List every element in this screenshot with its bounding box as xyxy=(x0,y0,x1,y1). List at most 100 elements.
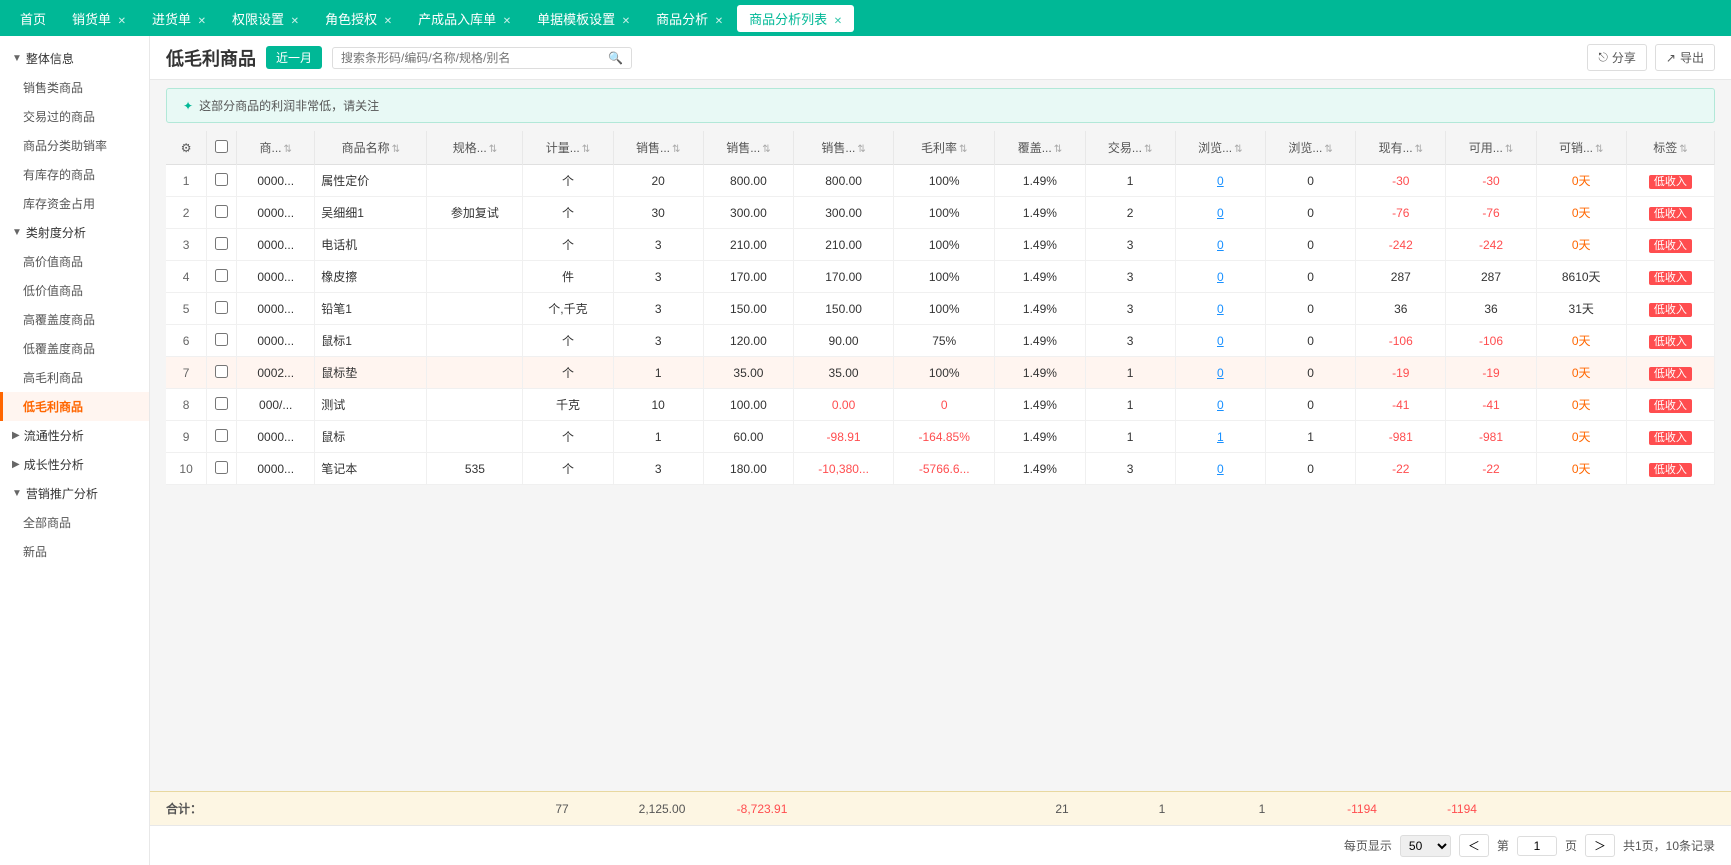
td-checkbox[interactable] xyxy=(207,389,237,421)
sidebar-group-overall[interactable]: ▼ 整体信息 xyxy=(0,44,149,73)
th-coverage[interactable]: 覆盖...⇅ xyxy=(995,131,1085,165)
nav-purchase[interactable]: 进货单 ✕ xyxy=(140,5,218,32)
sidebar-item-high-margin[interactable]: 高毛利商品 xyxy=(0,363,149,392)
th-settings[interactable]: ⚙ xyxy=(166,131,207,165)
nav-close-roles[interactable]: ✕ xyxy=(384,16,392,27)
th-sales-profit[interactable]: 销售...⇅ xyxy=(794,131,894,165)
nav-home[interactable]: 首页 xyxy=(8,5,58,32)
row-checkbox[interactable] xyxy=(215,269,228,282)
th-sellable[interactable]: 可销...⇅ xyxy=(1536,131,1626,165)
td-coverage: 1.49% xyxy=(995,453,1085,485)
td-checkbox[interactable] xyxy=(207,165,237,197)
search-input[interactable] xyxy=(341,51,608,65)
sidebar-item-new-goods[interactable]: 新品 xyxy=(0,537,149,566)
td-view1[interactable]: 0 xyxy=(1175,293,1265,325)
th-sales-price[interactable]: 销售...⇅ xyxy=(703,131,793,165)
page-suffix: 页 xyxy=(1565,837,1577,854)
th-trade[interactable]: 交易...⇅ xyxy=(1085,131,1175,165)
th-code[interactable]: 商...⇅ xyxy=(237,131,315,165)
nav-goods-analysis-list[interactable]: 商品分析列表 ✕ xyxy=(737,5,854,32)
td-checkbox[interactable] xyxy=(207,261,237,293)
sidebar-item-stocked-goods[interactable]: 有库存的商品 xyxy=(0,160,149,189)
th-sales-qty[interactable]: 销售...⇅ xyxy=(613,131,703,165)
sidebar-item-sales-goods[interactable]: 销售类商品 xyxy=(0,73,149,102)
th-available[interactable]: 可用...⇅ xyxy=(1446,131,1536,165)
nav-close-permissions[interactable]: ✕ xyxy=(291,16,299,27)
row-checkbox[interactable] xyxy=(215,365,228,378)
td-checkbox[interactable] xyxy=(207,229,237,261)
th-spec[interactable]: 规格...⇅ xyxy=(427,131,523,165)
sidebar-group-coverage[interactable]: ▼ 类射度分析 xyxy=(0,218,149,247)
th-view1[interactable]: 浏览...⇅ xyxy=(1175,131,1265,165)
nav-close-goods-list[interactable]: ✕ xyxy=(834,16,842,27)
td-checkbox[interactable] xyxy=(207,293,237,325)
th-unit[interactable]: 计量...⇅ xyxy=(523,131,613,165)
time-filter-button[interactable]: 近一月 xyxy=(266,46,322,69)
nav-close-product-entry[interactable]: ✕ xyxy=(503,16,511,27)
nav-permissions[interactable]: 权限设置 ✕ xyxy=(220,5,311,32)
row-checkbox[interactable] xyxy=(215,237,228,250)
td-checkbox[interactable] xyxy=(207,197,237,229)
sidebar-item-low-margin[interactable]: 低毛利商品 xyxy=(0,392,149,421)
nav-product-entry[interactable]: 产成品入库单 ✕ xyxy=(406,5,523,32)
td-checkbox[interactable] xyxy=(207,357,237,389)
sidebar-item-category-rate[interactable]: 商品分类助销率 xyxy=(0,131,149,160)
page-input[interactable] xyxy=(1517,836,1557,856)
sidebar-item-low-value[interactable]: 低价值商品 xyxy=(0,276,149,305)
row-checkbox[interactable] xyxy=(215,205,228,218)
export-button[interactable]: ↗ 导出 xyxy=(1655,44,1715,71)
nav-close-purchase[interactable]: ✕ xyxy=(198,16,206,27)
th-name[interactable]: 商品名称⇅ xyxy=(315,131,427,165)
nav-roles[interactable]: 角色授权 ✕ xyxy=(313,5,404,32)
next-page-button[interactable]: ＞ xyxy=(1585,834,1615,857)
nav-template-settings[interactable]: 单据模板设置 ✕ xyxy=(525,5,642,32)
nav-goods-analysis[interactable]: 商品分析 ✕ xyxy=(644,5,735,32)
nav-close-goods-analysis[interactable]: ✕ xyxy=(715,16,723,27)
nav-close-sales[interactable]: ✕ xyxy=(118,16,126,27)
td-view1[interactable]: 1 xyxy=(1175,421,1265,453)
row-checkbox[interactable] xyxy=(215,301,228,314)
per-page-select[interactable]: 50 100 200 xyxy=(1400,835,1451,857)
td-view1[interactable]: 0 xyxy=(1175,197,1265,229)
nav-sales[interactable]: 销货单 ✕ xyxy=(60,5,138,32)
sidebar-group-marketing[interactable]: ▼ 营销推广分析 xyxy=(0,479,149,508)
prev-page-button[interactable]: ＜ xyxy=(1459,834,1489,857)
row-checkbox[interactable] xyxy=(215,397,228,410)
select-all-checkbox[interactable] xyxy=(215,140,228,153)
td-checkbox[interactable] xyxy=(207,453,237,485)
th-current-stock[interactable]: 现有...⇅ xyxy=(1356,131,1446,165)
row-checkbox[interactable] xyxy=(215,173,228,186)
th-checkbox[interactable] xyxy=(207,131,237,165)
td-view1[interactable]: 0 xyxy=(1175,261,1265,293)
th-gross-margin[interactable]: 毛利率⇅ xyxy=(894,131,995,165)
row-checkbox[interactable] xyxy=(215,429,228,442)
td-view1[interactable]: 0 xyxy=(1175,325,1265,357)
nav-close-template[interactable]: ✕ xyxy=(622,16,630,27)
row-checkbox[interactable] xyxy=(215,461,228,474)
th-tag[interactable]: 标签⇅ xyxy=(1626,131,1714,165)
th-view2[interactable]: 浏览...⇅ xyxy=(1265,131,1355,165)
sidebar-item-low-coverage[interactable]: 低覆盖度商品 xyxy=(0,334,149,363)
sidebar-group-circulation[interactable]: ▶ 流通性分析 xyxy=(0,421,149,450)
page-title: 低毛利商品 xyxy=(166,45,256,71)
td-view1[interactable]: 0 xyxy=(1175,453,1265,485)
row-checkbox[interactable] xyxy=(215,333,228,346)
sidebar-item-high-coverage[interactable]: 高覆盖度商品 xyxy=(0,305,149,334)
search-icon[interactable]: 🔍 xyxy=(608,51,623,65)
td-sellable: 0天 xyxy=(1536,197,1626,229)
sidebar-item-all-goods[interactable]: 全部商品 xyxy=(0,508,149,537)
sidebar-item-high-value[interactable]: 高价值商品 xyxy=(0,247,149,276)
td-view1[interactable]: 0 xyxy=(1175,165,1265,197)
td-view1[interactable]: 0 xyxy=(1175,389,1265,421)
td-checkbox[interactable] xyxy=(207,325,237,357)
share-button[interactable]: ⎋ 分享 xyxy=(1587,44,1647,71)
td-tag: 低收入 xyxy=(1626,165,1714,197)
sidebar-item-stock-capital[interactable]: 库存资金占用 xyxy=(0,189,149,218)
td-unit: 个 xyxy=(523,229,613,261)
td-checkbox[interactable] xyxy=(207,421,237,453)
sidebar-group-growth[interactable]: ▶ 成长性分析 xyxy=(0,450,149,479)
td-view1[interactable]: 0 xyxy=(1175,229,1265,261)
sidebar-item-traded-goods[interactable]: 交易过的商品 xyxy=(0,102,149,131)
td-trade: 3 xyxy=(1085,325,1175,357)
td-view1[interactable]: 0 xyxy=(1175,357,1265,389)
